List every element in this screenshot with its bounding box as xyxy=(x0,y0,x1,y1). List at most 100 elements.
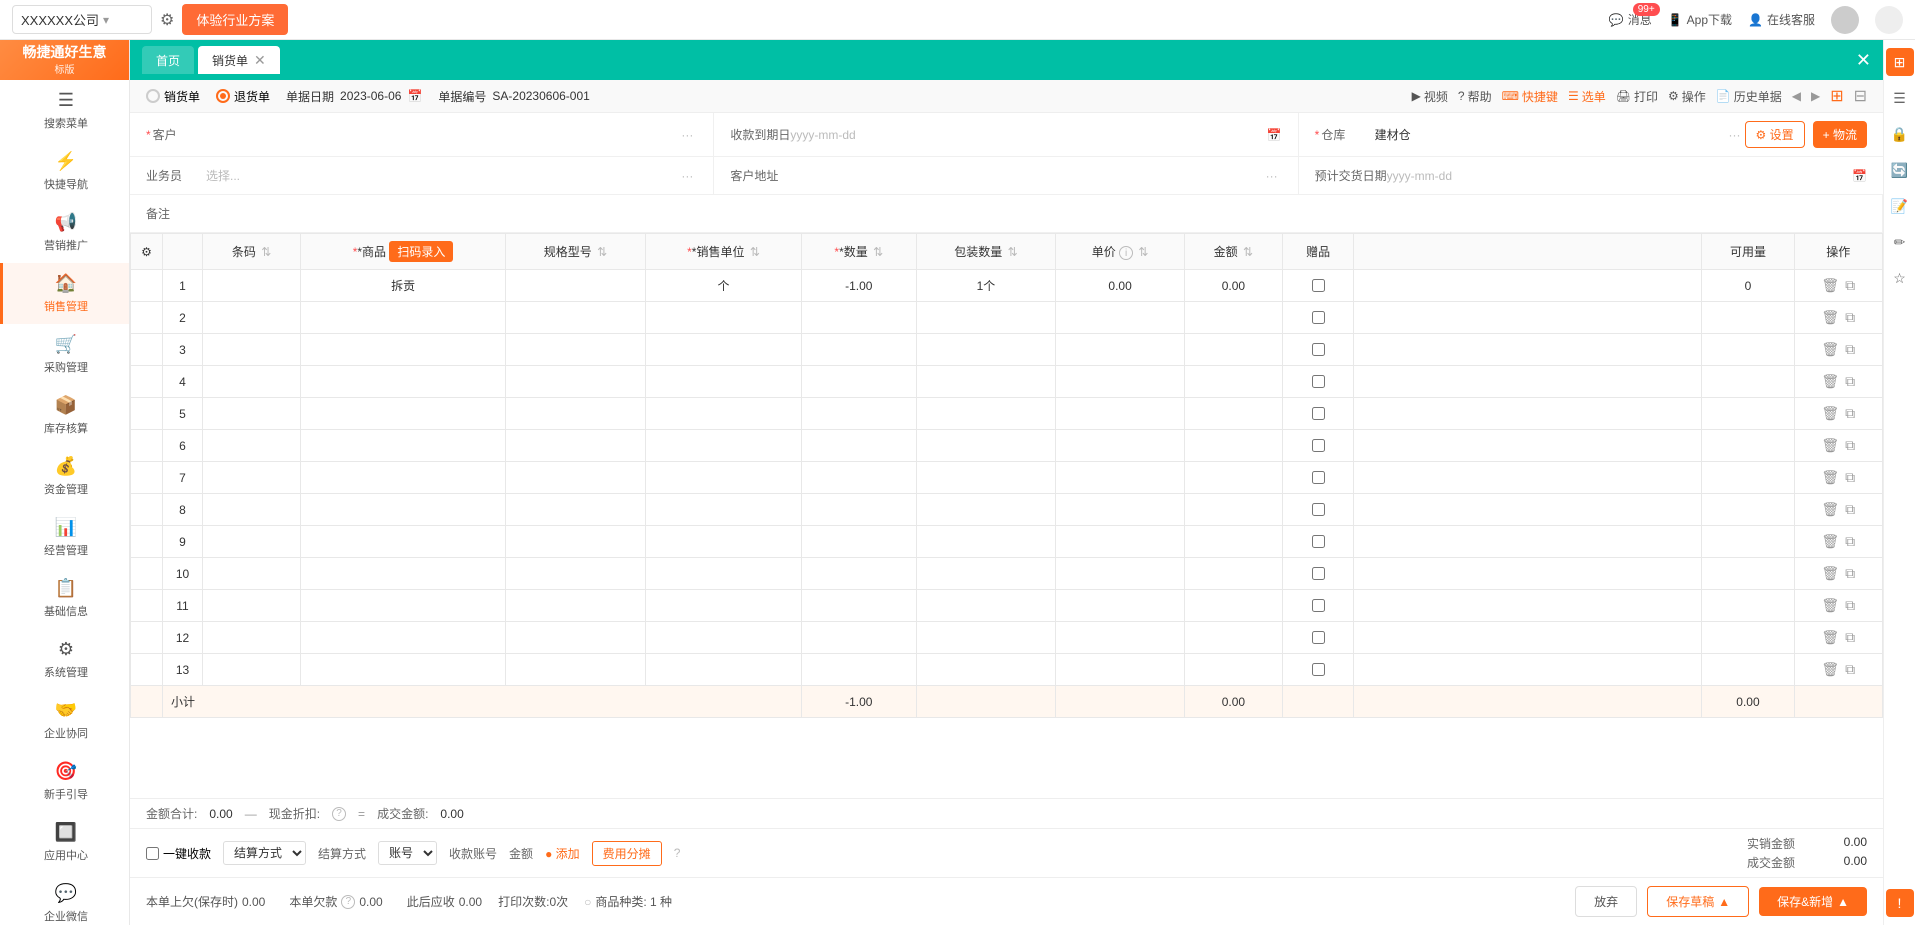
company-select[interactable]: XXXXXX公司 ▾ xyxy=(12,5,152,34)
cell-qty[interactable] xyxy=(802,334,916,366)
cell-pkg[interactable] xyxy=(916,398,1056,430)
cell-barcode[interactable] xyxy=(203,430,301,462)
customer-dots[interactable]: ··· xyxy=(677,128,697,142)
cell-goods[interactable] xyxy=(301,462,506,494)
copy-icon[interactable]: ⧉ xyxy=(1845,597,1855,614)
cell-goods[interactable] xyxy=(301,494,506,526)
cell-qty[interactable] xyxy=(802,526,916,558)
cell-pkg[interactable] xyxy=(916,558,1056,590)
cell-amount[interactable] xyxy=(1184,398,1282,430)
cell-goods[interactable]: 拆贡 xyxy=(301,270,506,302)
delete-icon[interactable]: 🗑 xyxy=(1821,341,1839,358)
cell-barcode[interactable] xyxy=(203,558,301,590)
gift-checkbox[interactable] xyxy=(1312,599,1325,612)
cell-barcode[interactable] xyxy=(203,334,301,366)
cell-goods[interactable] xyxy=(301,654,506,686)
cell-price[interactable] xyxy=(1056,654,1184,686)
cell-spec[interactable] xyxy=(505,526,645,558)
cell-pkg[interactable] xyxy=(916,494,1056,526)
cell-goods[interactable] xyxy=(301,398,506,430)
toolbar-print[interactable]: 🖨 打印 xyxy=(1616,88,1658,105)
cell-goods[interactable] xyxy=(301,366,506,398)
cell-goods[interactable] xyxy=(301,526,506,558)
cell-price[interactable] xyxy=(1056,622,1184,654)
toolbar-select[interactable]: ☰ 选单 xyxy=(1568,88,1606,105)
cell-qty[interactable] xyxy=(802,462,916,494)
sidebar-item-system[interactable]: ⚙ 系统管理 xyxy=(0,629,129,690)
gift-checkbox[interactable] xyxy=(1312,343,1325,356)
th-config[interactable]: ⚙ xyxy=(131,234,163,270)
cell-goods[interactable] xyxy=(301,430,506,462)
discount-info-icon[interactable]: ? xyxy=(332,807,346,821)
cell-price[interactable] xyxy=(1056,334,1184,366)
sidebar-item-guide[interactable]: 🎯 新手引导 xyxy=(0,751,129,812)
gift-checkbox[interactable] xyxy=(1312,311,1325,324)
calendar-icon[interactable]: 📅 xyxy=(407,89,422,103)
online-service-item[interactable]: 👤 在线客服 xyxy=(1748,11,1815,28)
copy-icon[interactable]: ⧉ xyxy=(1845,469,1855,486)
delete-icon[interactable]: 🗑 xyxy=(1821,469,1839,486)
cell-pkg[interactable] xyxy=(916,590,1056,622)
cell-gift[interactable] xyxy=(1282,526,1353,558)
cell-qty[interactable] xyxy=(802,558,916,590)
delete-icon[interactable]: 🗑 xyxy=(1821,501,1839,518)
cell-spec[interactable] xyxy=(505,270,645,302)
delivery-date-input[interactable] xyxy=(1387,169,1852,183)
gift-checkbox[interactable] xyxy=(1312,631,1325,644)
delete-icon[interactable]: 🗑 xyxy=(1821,373,1839,390)
copy-icon[interactable]: ⧉ xyxy=(1845,437,1855,454)
delete-icon[interactable]: 🗑 xyxy=(1821,597,1839,614)
setting-button[interactable]: ⚙ 设置 xyxy=(1745,121,1805,148)
toolbar-shortcut[interactable]: ⌨ 快捷键 xyxy=(1502,88,1558,105)
avatar[interactable] xyxy=(1831,6,1859,34)
cell-pkg[interactable] xyxy=(916,334,1056,366)
cell-barcode[interactable] xyxy=(203,462,301,494)
cell-barcode[interactable] xyxy=(203,398,301,430)
salesperson-dots[interactable]: ··· xyxy=(677,169,697,183)
right-panel-btn-orange[interactable]: ! xyxy=(1886,889,1914,917)
cell-qty[interactable] xyxy=(802,398,916,430)
cell-goods[interactable] xyxy=(301,558,506,590)
due-date-input[interactable] xyxy=(790,128,1266,142)
gift-checkbox[interactable] xyxy=(1312,279,1325,292)
note-input[interactable] xyxy=(206,207,1866,221)
delete-icon[interactable]: 🗑 xyxy=(1821,533,1839,550)
copy-icon[interactable]: ⧉ xyxy=(1845,405,1855,422)
gift-checkbox[interactable] xyxy=(1312,471,1325,484)
customer-input[interactable] xyxy=(206,128,677,142)
cell-gift[interactable] xyxy=(1282,558,1353,590)
cell-gift[interactable] xyxy=(1282,590,1353,622)
cell-qty[interactable] xyxy=(802,654,916,686)
num-value[interactable]: SA-20230606-001 xyxy=(492,89,589,103)
cell-spec[interactable] xyxy=(505,654,645,686)
gift-checkbox[interactable] xyxy=(1312,503,1325,516)
due-date-calendar-icon[interactable]: 📅 xyxy=(1267,128,1282,142)
cell-spec[interactable] xyxy=(505,558,645,590)
cell-unit[interactable] xyxy=(645,494,801,526)
cell-qty[interactable] xyxy=(802,302,916,334)
right-panel-btn-7[interactable]: ☆ xyxy=(1886,264,1914,292)
cell-pkg[interactable] xyxy=(916,302,1056,334)
cell-goods[interactable] xyxy=(301,334,506,366)
delete-icon[interactable]: 🗑 xyxy=(1821,437,1839,454)
tab-sales-order[interactable]: 销货单 ✕ xyxy=(198,46,280,74)
account-select[interactable]: 账号 xyxy=(378,841,437,865)
cell-gift[interactable] xyxy=(1282,366,1353,398)
cell-pkg[interactable] xyxy=(916,622,1056,654)
cell-unit[interactable] xyxy=(645,526,801,558)
cell-pkg[interactable] xyxy=(916,366,1056,398)
copy-icon[interactable]: ⧉ xyxy=(1845,501,1855,518)
cell-price[interactable] xyxy=(1056,430,1184,462)
copy-icon[interactable]: ⧉ xyxy=(1845,661,1855,678)
cell-unit[interactable] xyxy=(645,590,801,622)
cell-gift[interactable] xyxy=(1282,430,1353,462)
sidebar-item-base[interactable]: 📋 基础信息 xyxy=(0,568,129,629)
right-panel-btn-5[interactable]: 📝 xyxy=(1886,192,1914,220)
cell-price[interactable] xyxy=(1056,462,1184,494)
cell-spec[interactable] xyxy=(505,302,645,334)
cell-amount[interactable] xyxy=(1184,526,1282,558)
cell-unit[interactable] xyxy=(645,302,801,334)
tab-bar-close[interactable]: ✕ xyxy=(1856,50,1871,71)
cell-barcode[interactable] xyxy=(203,590,301,622)
cell-amount[interactable] xyxy=(1184,462,1282,494)
